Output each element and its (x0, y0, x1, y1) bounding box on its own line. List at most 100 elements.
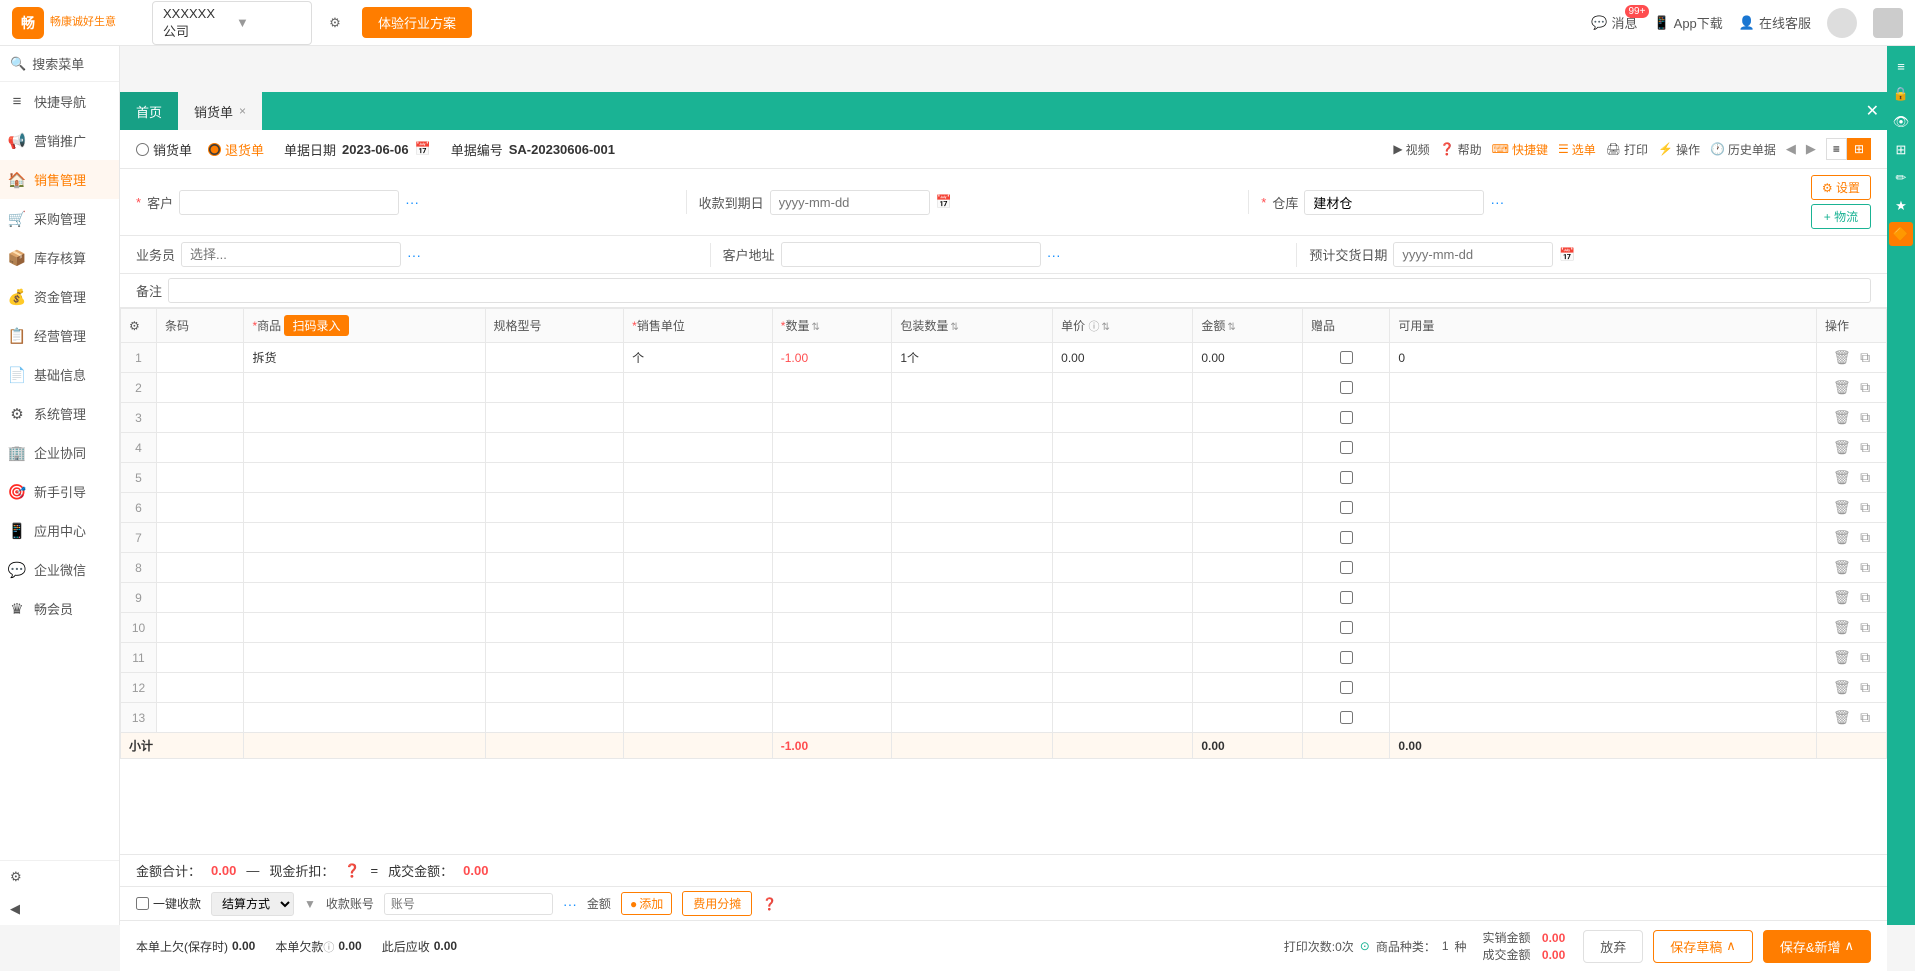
copy-row-btn-10[interactable]: ⧉ (1857, 617, 1873, 638)
cell-spec-2[interactable] (485, 373, 624, 403)
cell-spec-13[interactable] (485, 703, 624, 733)
delete-row-btn-11[interactable]: 🗑 (1830, 647, 1854, 668)
sidebar-item-wechat[interactable]: 💬 企业微信 (0, 550, 119, 589)
cell-gift-8[interactable] (1302, 553, 1389, 583)
cell-pkg-qty-1[interactable]: 1个 (892, 343, 1053, 373)
cell-spec-1[interactable] (485, 343, 624, 373)
cell-pkg-qty-12[interactable] (892, 673, 1053, 703)
delete-row-btn-13[interactable]: 🗑 (1830, 707, 1854, 728)
calendar-icon[interactable]: 📅 (415, 141, 431, 157)
cell-product-1[interactable]: 拆货 (244, 343, 485, 373)
expected-date-input[interactable] (1393, 242, 1553, 267)
copy-row-btn-11[interactable]: ⧉ (1857, 647, 1873, 668)
company-selector[interactable]: XXXXXX公司 ▼ (152, 1, 312, 45)
tab-sales[interactable]: 销货单 × (178, 92, 262, 130)
copy-row-btn-9[interactable]: ⧉ (1857, 587, 1873, 608)
cell-product-11[interactable] (244, 643, 485, 673)
save-new-button[interactable]: 保存&新增 ∧ (1763, 930, 1871, 963)
delete-row-btn-6[interactable]: 🗑 (1830, 497, 1854, 518)
cell-pkg-qty-13[interactable] (892, 703, 1053, 733)
cell-gift-13[interactable] (1302, 703, 1389, 733)
cell-qty-3[interactable] (772, 403, 892, 433)
help-icon2[interactable]: ❓ (344, 863, 360, 879)
sidebar-item-app-center[interactable]: 📱 应用中心 (0, 511, 119, 550)
copy-row-btn-12[interactable]: ⧉ (1857, 677, 1873, 698)
cell-barcode-1[interactable] (157, 343, 244, 373)
warehouse-dots-icon[interactable]: ··· (1490, 194, 1504, 210)
salesman-input[interactable] (181, 242, 401, 267)
cell-product-7[interactable] (244, 523, 485, 553)
right-sidebar-btn-3[interactable]: 👁 (1889, 110, 1913, 134)
cell-amount-5[interactable] (1193, 463, 1303, 493)
cell-qty-9[interactable] (772, 583, 892, 613)
prev-record-icon[interactable]: ◀ (1786, 141, 1796, 157)
cell-amount-11[interactable] (1193, 643, 1303, 673)
copy-row-btn-1[interactable]: ⧉ (1857, 347, 1873, 368)
cell-gift-10[interactable] (1302, 613, 1389, 643)
cell-unit-11[interactable] (624, 643, 773, 673)
cell-pkg-qty-5[interactable] (892, 463, 1053, 493)
sidebar-item-system[interactable]: ⚙ 系统管理 (0, 394, 119, 433)
delete-row-btn-5[interactable]: 🗑 (1830, 467, 1854, 488)
copy-row-btn-6[interactable]: ⧉ (1857, 497, 1873, 518)
radio-sales-input[interactable] (136, 143, 149, 156)
cell-pkg-qty-3[interactable] (892, 403, 1053, 433)
copy-row-btn-13[interactable]: ⧉ (1857, 707, 1873, 728)
add-payment-button[interactable]: ● 添加 (621, 892, 672, 915)
cell-pkg-qty-9[interactable] (892, 583, 1053, 613)
cell-unit-price-9[interactable] (1053, 583, 1193, 613)
action-history[interactable]: 🕐 历史单据 (1710, 141, 1776, 158)
due-date-calendar-icon[interactable]: 📅 (936, 194, 952, 210)
cell-qty-7[interactable] (772, 523, 892, 553)
cell-barcode-7[interactable] (157, 523, 244, 553)
cell-amount-10[interactable] (1193, 613, 1303, 643)
copy-row-btn-8[interactable]: ⧉ (1857, 557, 1873, 578)
cell-amount-1[interactable]: 0.00 (1193, 343, 1303, 373)
logistics-button[interactable]: + 物流 (1811, 204, 1871, 229)
delete-row-btn-3[interactable]: 🗑 (1830, 407, 1854, 428)
settings-button[interactable]: ⚙ 设置 (1811, 175, 1871, 200)
cell-unit-price-7[interactable] (1053, 523, 1193, 553)
cell-unit-price-3[interactable] (1053, 403, 1193, 433)
cell-barcode-4[interactable] (157, 433, 244, 463)
next-record-icon[interactable]: ▶ (1806, 141, 1816, 157)
radio-return-order[interactable]: 退货单 (208, 140, 264, 159)
cell-product-5[interactable] (244, 463, 485, 493)
warehouse-input[interactable] (1304, 190, 1484, 215)
sidebar-search[interactable]: 🔍 搜索菜单 (0, 46, 119, 82)
delete-row-btn-2[interactable]: 🗑 (1830, 377, 1854, 398)
sidebar-settings-button[interactable]: ⚙ (0, 861, 119, 893)
sidebar-item-capital[interactable]: 💰 资金管理 (0, 277, 119, 316)
cell-product-4[interactable] (244, 433, 485, 463)
cell-unit-price-2[interactable] (1053, 373, 1193, 403)
sidebar-collapse-button[interactable]: ◀ (0, 893, 119, 925)
radio-return-input[interactable] (208, 143, 221, 156)
cell-spec-6[interactable] (485, 493, 624, 523)
cell-unit-price-13[interactable] (1053, 703, 1193, 733)
cell-product-9[interactable] (244, 583, 485, 613)
list-view-btn[interactable]: ≡ (1826, 138, 1847, 160)
action-operate[interactable]: ⚡ 操作 (1658, 141, 1700, 158)
cell-product-12[interactable] (244, 673, 485, 703)
app-download-button[interactable]: 📱 App下载 (1653, 13, 1722, 32)
sidebar-item-basic[interactable]: 📄 基础信息 (0, 355, 119, 394)
cell-product-2[interactable] (244, 373, 485, 403)
message-button[interactable]: 💬 消息 99+ (1591, 13, 1637, 32)
right-sidebar-btn-2[interactable]: 🔒 (1889, 82, 1913, 106)
cell-barcode-5[interactable] (157, 463, 244, 493)
right-sidebar-btn-7[interactable]: 🔶 (1889, 222, 1913, 246)
customer-input[interactable] (179, 190, 399, 215)
cell-pkg-qty-10[interactable] (892, 613, 1053, 643)
expense-button[interactable]: 费用分摊 (682, 891, 752, 916)
abandon-button[interactable]: 放弃 (1583, 930, 1643, 963)
sidebar-item-sales[interactable]: 🏠 销售管理 (0, 160, 119, 199)
cell-gift-2[interactable] (1302, 373, 1389, 403)
cell-product-3[interactable] (244, 403, 485, 433)
cell-amount-8[interactable] (1193, 553, 1303, 583)
cell-product-10[interactable] (244, 613, 485, 643)
cell-pkg-qty-4[interactable] (892, 433, 1053, 463)
cell-unit-9[interactable] (624, 583, 773, 613)
close-all-tabs[interactable]: ✕ (1866, 101, 1879, 121)
cell-spec-8[interactable] (485, 553, 624, 583)
delete-row-btn-9[interactable]: 🗑 (1830, 587, 1854, 608)
